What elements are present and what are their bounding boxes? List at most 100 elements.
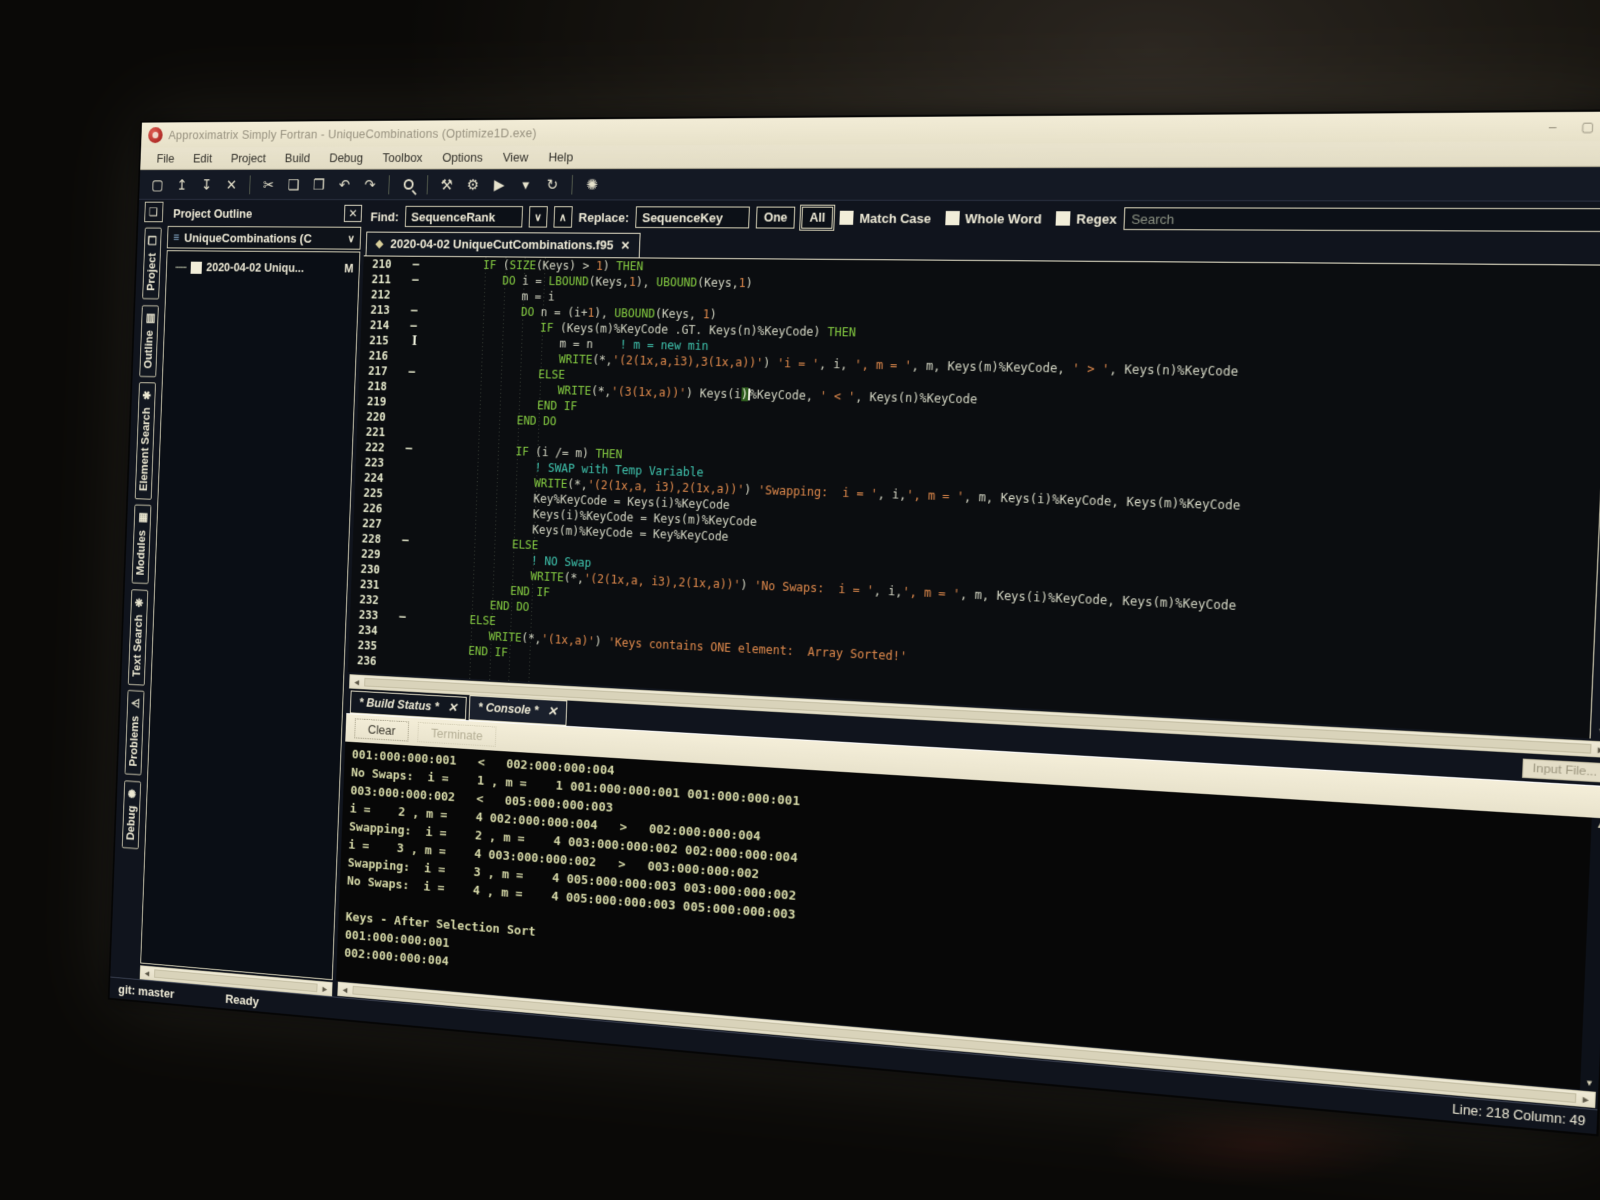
build-icon[interactable]: ⚒ bbox=[435, 173, 459, 196]
fold-marker-icon bbox=[389, 547, 420, 564]
code-token: (*, bbox=[592, 353, 613, 367]
fold-marker-icon bbox=[392, 486, 423, 502]
fold-marker-icon[interactable]: – bbox=[390, 532, 421, 548]
sidebar-tab-label: Outline bbox=[142, 330, 155, 369]
fold-marker-icon[interactable]: – bbox=[399, 303, 430, 319]
fold-marker-icon bbox=[392, 471, 423, 487]
checkbox-regex[interactable]: Regex bbox=[1056, 211, 1117, 227]
editor-tab-label[interactable]: 2020-04-02 UniqueCutCombinations.f95 bbox=[390, 236, 614, 252]
fold-marker-icon[interactable]: – bbox=[400, 272, 431, 288]
fold-marker-icon[interactable]: – bbox=[396, 364, 427, 380]
fold-marker-icon[interactable]: – bbox=[398, 318, 429, 334]
scroll-left-icon[interactable]: ◄ bbox=[353, 677, 361, 687]
scroll-left-icon[interactable]: ◄ bbox=[341, 984, 349, 994]
clear-button[interactable]: Clear bbox=[354, 718, 409, 741]
debug-icon[interactable]: ✺ bbox=[580, 173, 605, 196]
code-token: (i /= m) bbox=[535, 445, 596, 460]
sidebar-tab-element-search[interactable]: Element Search✱ bbox=[134, 382, 155, 500]
fold-marker-icon[interactable]: – bbox=[387, 608, 418, 625]
project-icon: ≡ bbox=[173, 231, 179, 244]
run-icon[interactable]: ▶ bbox=[487, 173, 512, 196]
checkbox-whole-word[interactable]: Whole Word bbox=[945, 210, 1042, 226]
sidebar-tab-label: Element Search bbox=[137, 407, 152, 491]
scroll-down-icon[interactable]: ▼ bbox=[1585, 1078, 1594, 1088]
code-token: ) bbox=[745, 276, 752, 290]
fold-marker-icon[interactable]: – bbox=[400, 257, 431, 273]
close-file-icon[interactable]: ✕ bbox=[220, 173, 243, 196]
code-token: WRITE bbox=[488, 629, 521, 644]
menu-item-project[interactable]: Project bbox=[223, 149, 274, 167]
sidebar-tab-text-search[interactable]: Text Search❋ bbox=[127, 589, 147, 686]
paste-icon[interactable]: ❐ bbox=[307, 173, 331, 196]
fold-marker-icon[interactable]: – bbox=[393, 440, 424, 456]
save-icon[interactable]: ↥ bbox=[170, 173, 193, 195]
search-input[interactable] bbox=[1124, 207, 1600, 232]
maximize-button[interactable]: ▢ bbox=[1581, 119, 1595, 134]
project-selector-dropdown[interactable]: ≡ UniqueCombinations (C ∨ bbox=[167, 226, 361, 250]
app-logo-icon bbox=[148, 127, 163, 143]
scroll-right-icon[interactable]: ► bbox=[1581, 1093, 1592, 1105]
project-selector-value: UniqueCombinations (C bbox=[184, 230, 312, 245]
minimize-button[interactable]: – bbox=[1548, 119, 1556, 134]
code-token: ) bbox=[602, 259, 616, 273]
menu-item-edit[interactable]: Edit bbox=[185, 149, 220, 167]
replace-one-button[interactable]: One bbox=[756, 207, 796, 229]
file-checkbox[interactable] bbox=[191, 261, 203, 273]
build-options-icon[interactable]: ⚙ bbox=[461, 173, 485, 196]
code-token: ', m = ' bbox=[906, 488, 964, 504]
code-token: END IF bbox=[537, 399, 577, 414]
code-token: ) bbox=[595, 635, 609, 649]
find-next-button[interactable]: ∨ bbox=[528, 206, 547, 227]
redo-icon[interactable]: ↷ bbox=[358, 173, 382, 196]
sidebar-tab-modules[interactable]: Modules▦ bbox=[131, 505, 151, 584]
menu-item-view[interactable]: View bbox=[494, 148, 537, 167]
copy-icon[interactable]: ❏ bbox=[282, 173, 305, 196]
bottom-tab-close-icon[interactable]: ✕ bbox=[547, 703, 557, 718]
editor-tab[interactable]: ◆ 2020-04-02 UniqueCutCombinations.f95 ✕ bbox=[366, 232, 641, 258]
tree-item-label[interactable]: 2020-04-02 Uniqu... bbox=[206, 261, 304, 275]
search-icon[interactable] bbox=[396, 173, 420, 196]
bottom-tab-close-icon[interactable]: ✕ bbox=[448, 700, 458, 715]
checkbox-match-case[interactable]: Match Case bbox=[840, 210, 932, 225]
scroll-left-icon[interactable]: ◄ bbox=[143, 968, 151, 978]
code-editor[interactable]: 210– IF (SIZE(Keys) > 1) THEN211– DO i =… bbox=[348, 256, 1600, 738]
sidebar-tab-debug[interactable]: Debug✺ bbox=[121, 780, 140, 849]
code-token: THEN bbox=[827, 325, 856, 339]
project-panel-close-button[interactable]: ✕ bbox=[344, 205, 362, 222]
find-input[interactable] bbox=[405, 206, 523, 228]
code-token: WRITE bbox=[557, 383, 591, 397]
open-icon[interactable]: ↧ bbox=[195, 173, 218, 196]
cut-icon[interactable]: ✂ bbox=[257, 173, 280, 196]
checkbox-icon[interactable] bbox=[840, 211, 854, 225]
undo-icon[interactable]: ↶ bbox=[333, 173, 357, 196]
scroll-right-icon[interactable]: ► bbox=[321, 984, 329, 994]
scroll-up-icon[interactable]: ▲ bbox=[1596, 820, 1600, 830]
menu-item-toolbox[interactable]: Toolbox bbox=[374, 148, 431, 166]
modules-icon: ▦ bbox=[136, 511, 148, 524]
sidebar-pin-icon[interactable]: ❏ bbox=[144, 202, 163, 223]
replace-input[interactable] bbox=[635, 206, 750, 228]
new-file-icon[interactable]: ▢ bbox=[146, 173, 169, 195]
menu-item-file[interactable]: File bbox=[149, 149, 183, 167]
sidebar-tab-outline[interactable]: Outline▤ bbox=[139, 305, 159, 377]
restart-icon[interactable]: ↻ bbox=[540, 173, 565, 196]
menu-item-debug[interactable]: Debug bbox=[321, 149, 371, 167]
menu-item-options[interactable]: Options bbox=[434, 148, 491, 167]
tree-item-file[interactable]: ┈┈ 2020-04-02 Uniqu... M bbox=[167, 251, 360, 275]
checkbox-icon[interactable] bbox=[945, 211, 960, 225]
code-token: ), bbox=[594, 306, 615, 320]
sidebar-tab-project[interactable]: Project❐ bbox=[142, 228, 162, 300]
line-number: 227 bbox=[353, 515, 391, 532]
scroll-right-icon[interactable]: ► bbox=[1596, 744, 1600, 755]
fold-marker-icon bbox=[399, 287, 430, 303]
checkbox-icon[interactable] bbox=[1056, 211, 1071, 225]
find-prev-button[interactable]: ∧ bbox=[553, 206, 572, 227]
sidebar-tab-problems[interactable]: Problems⚠ bbox=[124, 690, 144, 775]
run-dropdown-icon[interactable]: ▾ bbox=[513, 173, 538, 196]
code-token: n = (i+ bbox=[541, 305, 588, 319]
editor-tab-close-icon[interactable]: ✕ bbox=[621, 238, 631, 252]
code-token: (Keys, bbox=[697, 276, 739, 290]
menu-item-build[interactable]: Build bbox=[277, 149, 319, 167]
menu-item-help[interactable]: Help bbox=[540, 148, 582, 167]
replace-all-button[interactable]: All bbox=[801, 207, 833, 229]
